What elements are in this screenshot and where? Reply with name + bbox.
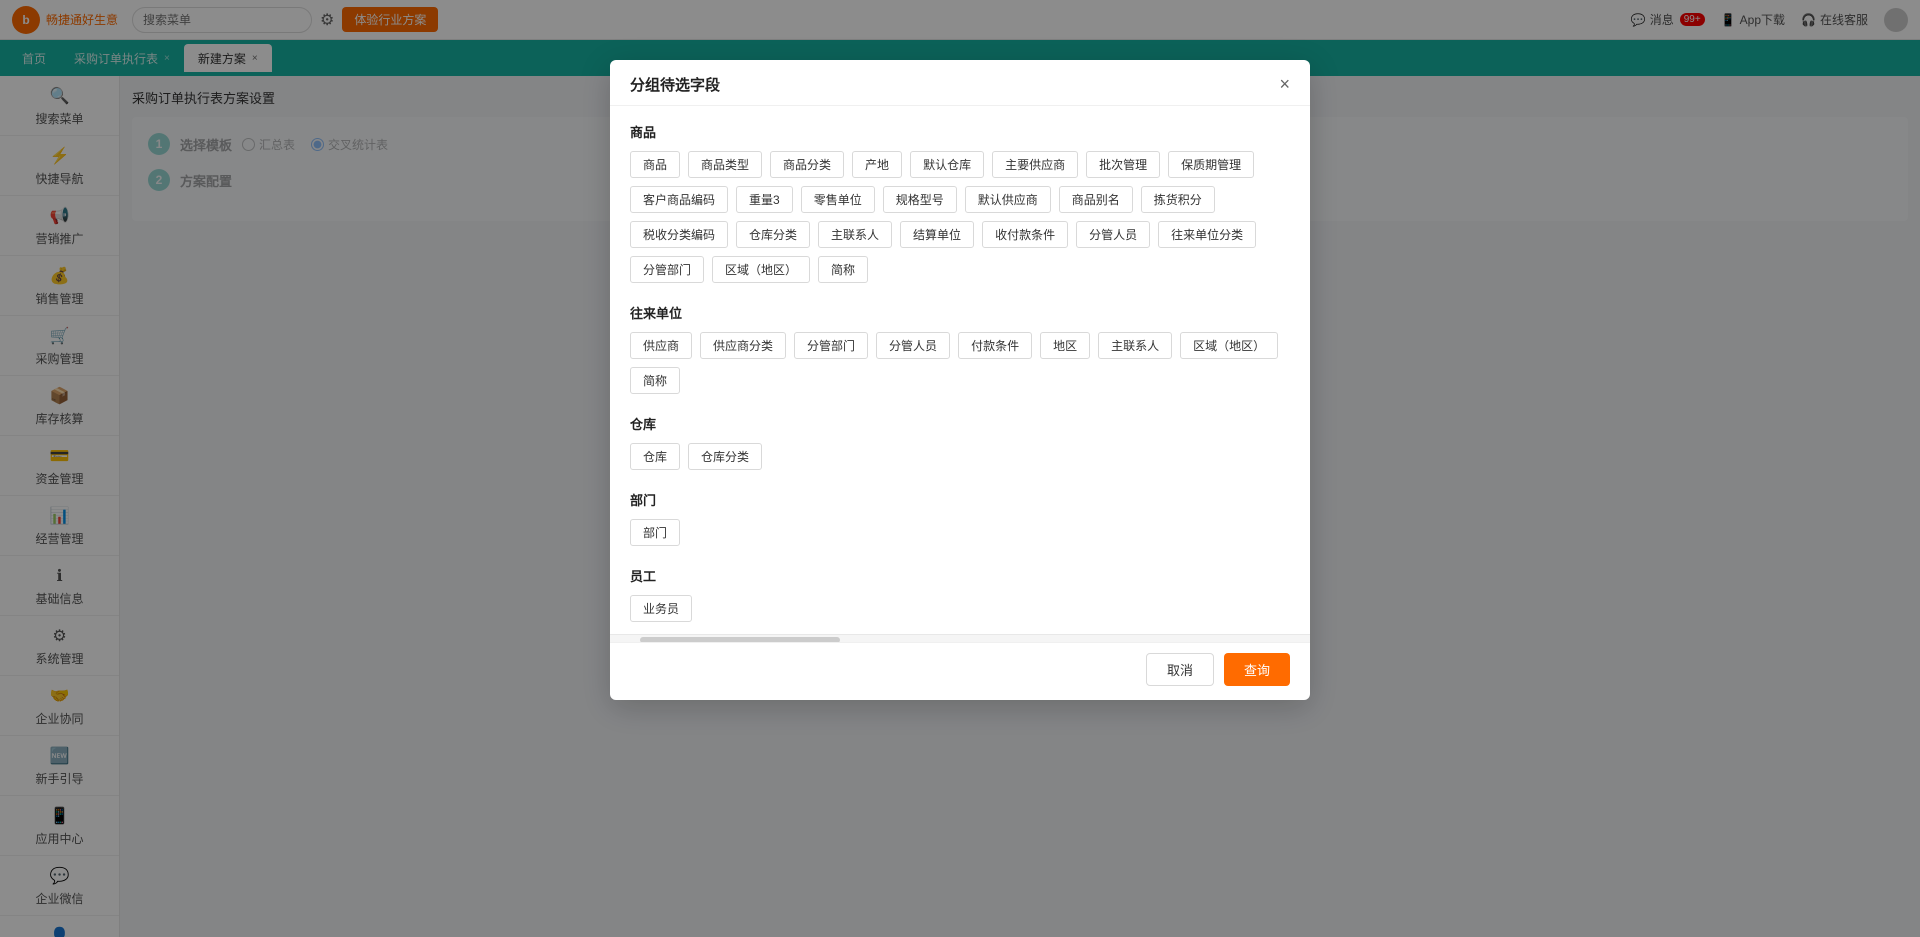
field-select-modal: 分组待选字段 × 商品 商品 商品类型 商品分类 产地 默认仓库 主要供应商 批… bbox=[610, 60, 1310, 700]
field-tag[interactable]: 零售单位 bbox=[801, 186, 875, 213]
field-tag[interactable]: 分管部门 bbox=[630, 256, 704, 283]
field-tag[interactable]: 产地 bbox=[852, 151, 902, 178]
field-tag[interactable]: 简称 bbox=[818, 256, 868, 283]
field-tag[interactable]: 供应商 bbox=[630, 332, 692, 359]
field-tag[interactable]: 默认供应商 bbox=[965, 186, 1051, 213]
field-tag[interactable]: 拣货积分 bbox=[1141, 186, 1215, 213]
field-tag[interactable]: 简称 bbox=[630, 367, 680, 394]
section-product: 商品 商品 商品类型 商品分类 产地 默认仓库 主要供应商 批次管理 保质期管理… bbox=[630, 122, 1290, 283]
field-tag[interactable]: 分管人员 bbox=[1076, 221, 1150, 248]
field-tag[interactable]: 客户商品编码 bbox=[630, 186, 728, 213]
section-counterpart: 往来单位 供应商 供应商分类 分管部门 分管人员 付款条件 地区 主联系人 区域… bbox=[630, 303, 1290, 394]
field-tag[interactable]: 商品类型 bbox=[688, 151, 762, 178]
field-tag[interactable]: 区域（地区） bbox=[1180, 332, 1278, 359]
cancel-button[interactable]: 取消 bbox=[1146, 653, 1214, 686]
field-tag[interactable]: 保质期管理 bbox=[1168, 151, 1254, 178]
modal-horizontal-scrollbar[interactable] bbox=[610, 634, 1310, 642]
modal-body[interactable]: 商品 商品 商品类型 商品分类 产地 默认仓库 主要供应商 批次管理 保质期管理… bbox=[610, 106, 1310, 634]
modal-close-btn[interactable]: × bbox=[1279, 74, 1290, 95]
field-tag[interactable]: 商品分类 bbox=[770, 151, 844, 178]
section-department-title: 部门 bbox=[630, 490, 1290, 509]
field-tag[interactable]: 区域（地区） bbox=[712, 256, 810, 283]
section-employee-title: 员工 bbox=[630, 566, 1290, 585]
field-tag[interactable]: 仓库分类 bbox=[688, 443, 762, 470]
modal-footer: 取消 查询 bbox=[610, 642, 1310, 700]
section-warehouse: 仓库 仓库 仓库分类 bbox=[630, 414, 1290, 470]
field-tag[interactable]: 批次管理 bbox=[1086, 151, 1160, 178]
field-tag[interactable]: 地区 bbox=[1040, 332, 1090, 359]
section-product-title: 商品 bbox=[630, 122, 1290, 141]
section-warehouse-title: 仓库 bbox=[630, 414, 1290, 433]
field-tag[interactable]: 结算单位 bbox=[900, 221, 974, 248]
section-employee: 员工 业务员 bbox=[630, 566, 1290, 622]
field-tag[interactable]: 部门 bbox=[630, 519, 680, 546]
field-tag[interactable]: 默认仓库 bbox=[910, 151, 984, 178]
field-tag[interactable]: 仓库分类 bbox=[736, 221, 810, 248]
field-tag[interactable]: 仓库 bbox=[630, 443, 680, 470]
field-tag[interactable]: 规格型号 bbox=[883, 186, 957, 213]
field-tag[interactable]: 主要供应商 bbox=[992, 151, 1078, 178]
department-field-tags: 部门 bbox=[630, 519, 1290, 546]
field-tag[interactable]: 主联系人 bbox=[1098, 332, 1172, 359]
field-tag[interactable]: 付款条件 bbox=[958, 332, 1032, 359]
hscroll-thumb bbox=[640, 637, 840, 642]
counterpart-field-tags: 供应商 供应商分类 分管部门 分管人员 付款条件 地区 主联系人 区域（地区） … bbox=[630, 332, 1290, 394]
product-field-tags: 商品 商品类型 商品分类 产地 默认仓库 主要供应商 批次管理 保质期管理 客户… bbox=[630, 151, 1290, 283]
field-tag[interactable]: 商品别名 bbox=[1059, 186, 1133, 213]
field-tag[interactable]: 商品 bbox=[630, 151, 680, 178]
modal-overlay: 分组待选字段 × 商品 商品 商品类型 商品分类 产地 默认仓库 主要供应商 批… bbox=[0, 0, 1920, 937]
field-tag[interactable]: 分管人员 bbox=[876, 332, 950, 359]
field-tag[interactable]: 业务员 bbox=[630, 595, 692, 622]
field-tag[interactable]: 往来单位分类 bbox=[1158, 221, 1256, 248]
warehouse-field-tags: 仓库 仓库分类 bbox=[630, 443, 1290, 470]
modal-title: 分组待选字段 bbox=[630, 74, 720, 95]
field-tag[interactable]: 收付款条件 bbox=[982, 221, 1068, 248]
field-tag[interactable]: 重量3 bbox=[736, 186, 793, 213]
confirm-button[interactable]: 查询 bbox=[1224, 653, 1290, 686]
field-tag[interactable]: 供应商分类 bbox=[700, 332, 786, 359]
field-tag[interactable]: 主联系人 bbox=[818, 221, 892, 248]
section-counterpart-title: 往来单位 bbox=[630, 303, 1290, 322]
modal-header: 分组待选字段 × bbox=[610, 60, 1310, 106]
field-tag[interactable]: 分管部门 bbox=[794, 332, 868, 359]
section-department: 部门 部门 bbox=[630, 490, 1290, 546]
field-tag[interactable]: 税收分类编码 bbox=[630, 221, 728, 248]
employee-field-tags: 业务员 bbox=[630, 595, 1290, 622]
